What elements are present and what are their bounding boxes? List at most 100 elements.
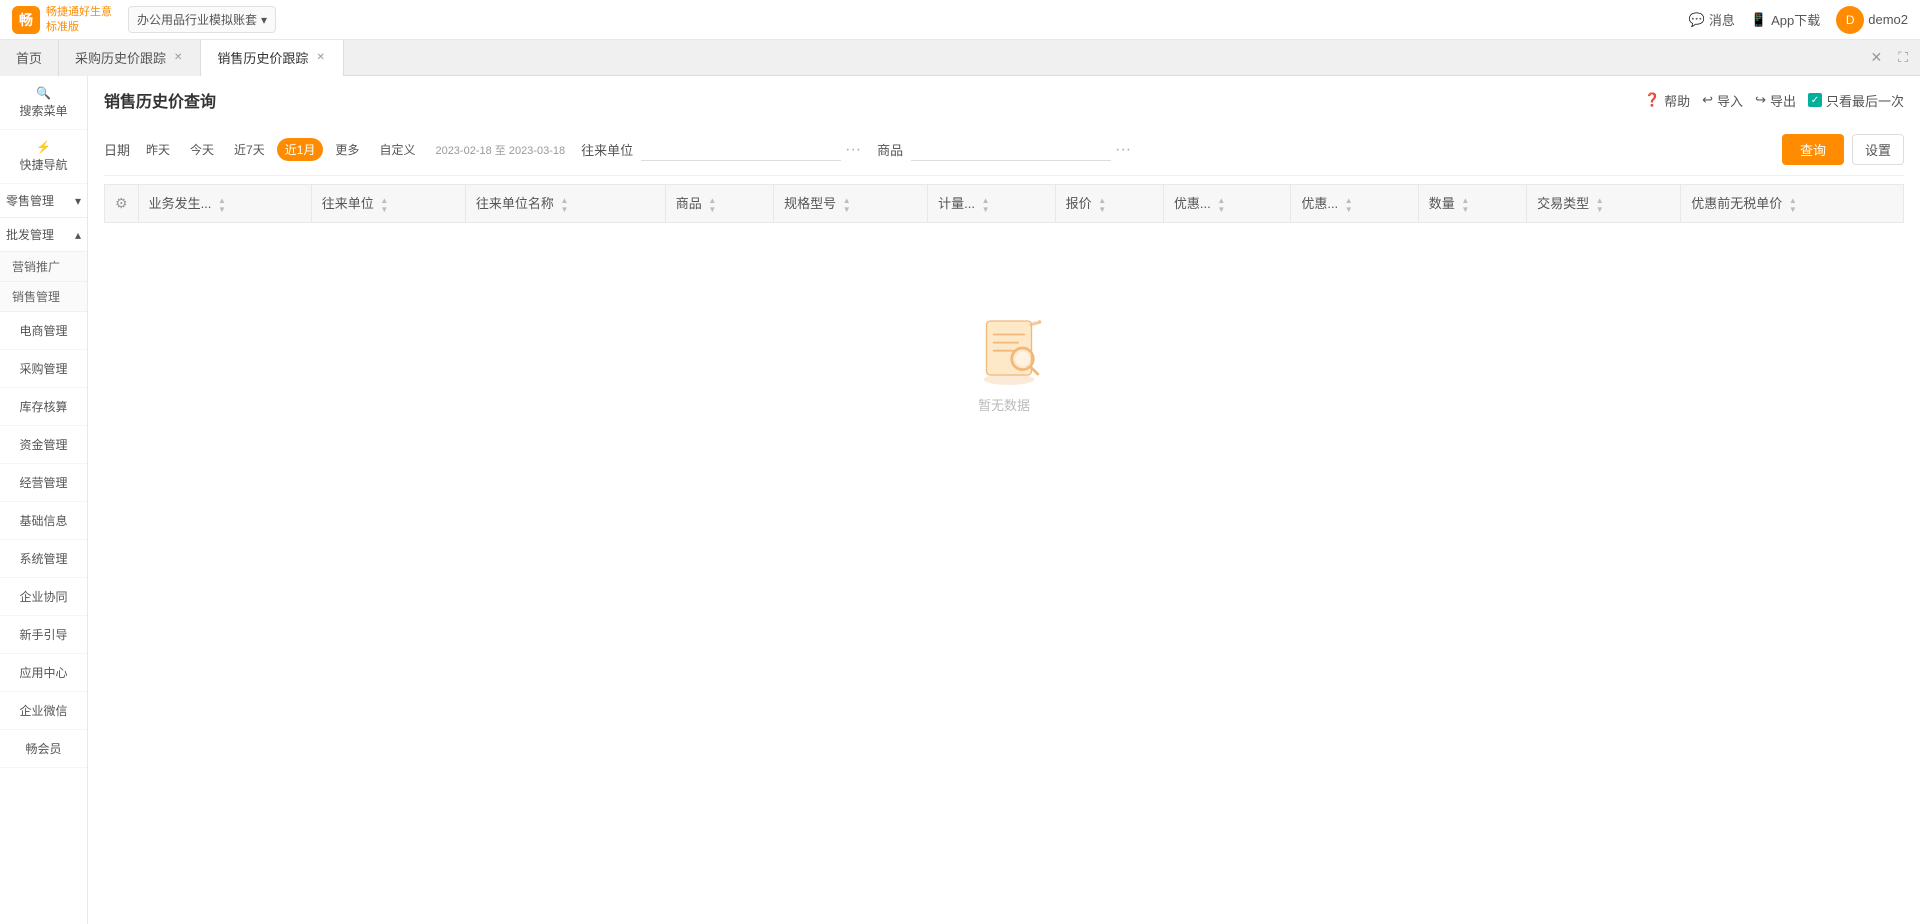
sort-arrows-partner-name: ▲▼ xyxy=(560,196,568,214)
sidebar-item-enterprise-wechat[interactable]: 企业微信 xyxy=(0,692,87,730)
close-window-icon[interactable]: ✕ xyxy=(1866,47,1886,68)
main-layout: 🔍 搜索菜单 ⚡ 快捷导航 零售管理 ▾ 批发管理 ▴ 营销推广 销售管理 电商… xyxy=(0,76,1920,924)
sales-tab-label: 销售历史价跟踪 xyxy=(217,48,308,67)
sidebar-item-new-guide[interactable]: 新手引导 xyxy=(0,616,87,654)
export-button[interactable]: ↪ 导出 xyxy=(1755,91,1796,110)
filter-row: 日期 昨天 今天 近7天 近1月 更多 自定义 2023-02-18 至 202… xyxy=(104,124,1904,176)
top-bar-right: 💬 消息 📱 App下载 D demo2 xyxy=(1689,6,1908,34)
tab-home[interactable]: 首页 xyxy=(0,40,59,76)
table-header-row: ⚙ 业务发生... ▲▼ 往来单位 ▲▼ 往来单位名称 xyxy=(105,185,1904,223)
sort-arrows-unit: ▲▼ xyxy=(982,196,990,214)
date-btn-more[interactable]: 更多 xyxy=(327,138,367,161)
sidebar-item-ops-mgmt[interactable]: 经营管理 xyxy=(0,464,87,502)
page-container: 销售历史价查询 ❓ 帮助 ↩ 导入 ↪ 导出 ✓ xyxy=(88,76,1920,924)
sidebar-item-member[interactable]: 畅会员 xyxy=(0,730,87,768)
date-filter-group: 日期 昨天 今天 近7天 近1月 更多 自定义 2023-02-18 至 202… xyxy=(104,138,565,161)
export-icon: ↪ xyxy=(1755,92,1766,108)
sidebar-item-sales-mgmt[interactable]: 销售管理 xyxy=(0,282,87,312)
sidebar-item-purchase-mgmt[interactable]: 采购管理 xyxy=(0,350,87,388)
settings-button[interactable]: 设置 xyxy=(1852,134,1904,165)
date-options: 昨天 今天 近7天 近1月 更多 自定义 xyxy=(138,138,423,161)
th-settings: ⚙ xyxy=(105,185,139,223)
partner-dots-button[interactable]: ··· xyxy=(845,141,861,159)
sidebar-item-wholesale-mgmt[interactable]: 批发管理 ▴ xyxy=(0,218,87,252)
product-input-wrap: ··· xyxy=(911,139,1131,161)
empty-illustration xyxy=(964,303,1054,393)
th-qty[interactable]: 数量 ▲▼ xyxy=(1418,185,1526,223)
only-last-checkbox[interactable]: ✓ 只看最后一次 xyxy=(1808,91,1904,110)
nav-icon: ⚡ xyxy=(36,140,51,154)
download-button[interactable]: 📱 App下载 xyxy=(1751,10,1820,29)
date-btn-7days[interactable]: 近7天 xyxy=(226,138,273,161)
purchase-tab-close[interactable]: ✕ xyxy=(172,51,184,65)
th-partner-code[interactable]: 往来单位 ▲▼ xyxy=(311,185,465,223)
th-trade-type[interactable]: 交易类型 ▲▼ xyxy=(1527,185,1681,223)
partner-input[interactable] xyxy=(641,139,841,161)
date-btn-1month[interactable]: 近1月 xyxy=(277,138,324,161)
sidebar-item-marketing[interactable]: 营销推广 xyxy=(0,252,87,282)
tab-bar: 首页 采购历史价跟踪 ✕ 销售历史价跟踪 ✕ ✕ ⛶ xyxy=(0,40,1920,76)
column-settings-button[interactable]: ⚙ xyxy=(115,195,128,212)
import-button[interactable]: ↩ 导入 xyxy=(1702,91,1743,110)
app-selector[interactable]: 办公用品行业模拟账套 ▾ xyxy=(128,6,276,33)
sidebar-item-quick-nav[interactable]: ⚡ 快捷导航 xyxy=(0,130,87,184)
date-filter-label: 日期 xyxy=(104,140,130,159)
sidebar-item-system-mgmt[interactable]: 系统管理 xyxy=(0,540,87,578)
product-input[interactable] xyxy=(911,139,1111,161)
sidebar-item-ecom-mgmt[interactable]: 电商管理 xyxy=(0,312,87,350)
home-tab-label: 首页 xyxy=(16,48,42,67)
th-quote[interactable]: 报价 ▲▼ xyxy=(1055,185,1163,223)
sidebar-item-basic-info[interactable]: 基础信息 xyxy=(0,502,87,540)
maximize-icon[interactable]: ⛶ xyxy=(1894,47,1912,68)
message-button[interactable]: 💬 消息 xyxy=(1689,10,1735,29)
th-partner-name[interactable]: 往来单位名称 ▲▼ xyxy=(465,185,665,223)
sort-arrows-biz-date: ▲▼ xyxy=(218,196,226,214)
th-discount2[interactable]: 优惠... ▲▼ xyxy=(1291,185,1418,223)
empty-text: 暂无数据 xyxy=(978,395,1030,414)
product-dots-button[interactable]: ··· xyxy=(1115,141,1131,159)
partner-filter-group: 往来单位 ··· xyxy=(581,139,861,161)
date-btn-custom[interactable]: 自定义 xyxy=(371,138,423,161)
help-button[interactable]: ❓ 帮助 xyxy=(1644,91,1690,110)
tab-sales[interactable]: 销售历史价跟踪 ✕ xyxy=(201,40,343,76)
logo-text: 畅捷通好生意 标准版 xyxy=(46,5,112,34)
query-button[interactable]: 查询 xyxy=(1782,134,1844,165)
logo-area: 畅 畅捷通好生意 标准版 xyxy=(12,5,112,34)
sidebar-item-enterprise[interactable]: 企业协同 xyxy=(0,578,87,616)
sidebar-item-app-center[interactable]: 应用中心 xyxy=(0,654,87,692)
date-btn-today[interactable]: 今天 xyxy=(182,138,222,161)
download-icon: 📱 xyxy=(1751,12,1767,28)
sort-arrows-discount2: ▲▼ xyxy=(1345,196,1353,214)
sidebar: 🔍 搜索菜单 ⚡ 快捷导航 零售管理 ▾ 批发管理 ▴ 营销推广 销售管理 电商… xyxy=(0,76,88,924)
logo-icon: 畅 xyxy=(12,6,40,34)
content-area: 销售历史价查询 ❓ 帮助 ↩ 导入 ↪ 导出 ✓ xyxy=(88,76,1920,924)
page-title: 销售历史价查询 xyxy=(104,88,216,112)
table-container: ⚙ 业务发生... ▲▼ 往来单位 ▲▼ 往来单位名称 xyxy=(104,184,1904,494)
sidebar-item-retail-mgmt[interactable]: 零售管理 ▾ xyxy=(0,184,87,218)
sort-arrows-pre-tax-price: ▲▼ xyxy=(1789,196,1797,214)
date-range-text: 2023-02-18 至 2023-03-18 xyxy=(435,142,565,158)
date-btn-yesterday[interactable]: 昨天 xyxy=(138,138,178,161)
help-icon: ❓ xyxy=(1644,92,1660,108)
partner-input-wrap: ··· xyxy=(641,139,861,161)
top-bar: 畅 畅捷通好生意 标准版 办公用品行业模拟账套 ▾ 💬 消息 📱 App下载 D… xyxy=(0,0,1920,40)
sales-tab-close[interactable]: ✕ xyxy=(314,51,326,65)
product-filter-group: 商品 ··· xyxy=(877,139,1131,161)
th-spec[interactable]: 规格型号 ▲▼ xyxy=(774,185,928,223)
th-product[interactable]: 商品 ▲▼ xyxy=(665,185,773,223)
avatar: D xyxy=(1836,6,1864,34)
th-unit[interactable]: 计量... ▲▼ xyxy=(928,185,1055,223)
checkbox-icon: ✓ xyxy=(1808,93,1822,107)
th-biz-date[interactable]: 业务发生... ▲▼ xyxy=(138,185,311,223)
search-icon: 🔍 xyxy=(36,86,51,100)
user-menu[interactable]: D demo2 xyxy=(1836,6,1908,34)
th-pre-tax-price[interactable]: 优惠前无税单价 ▲▼ xyxy=(1681,185,1904,223)
tab-purchase[interactable]: 采购历史价跟踪 ✕ xyxy=(59,40,201,76)
sidebar-item-finance-mgmt[interactable]: 资金管理 xyxy=(0,426,87,464)
empty-icon xyxy=(964,303,1044,383)
sidebar-item-search-menu[interactable]: 🔍 搜索菜单 xyxy=(0,76,87,130)
empty-state: 暂无数据 xyxy=(104,223,1904,494)
data-table: ⚙ 业务发生... ▲▼ 往来单位 ▲▼ 往来单位名称 xyxy=(104,184,1904,223)
th-discount1[interactable]: 优惠... ▲▼ xyxy=(1163,185,1290,223)
sidebar-item-inventory[interactable]: 库存核算 xyxy=(0,388,87,426)
